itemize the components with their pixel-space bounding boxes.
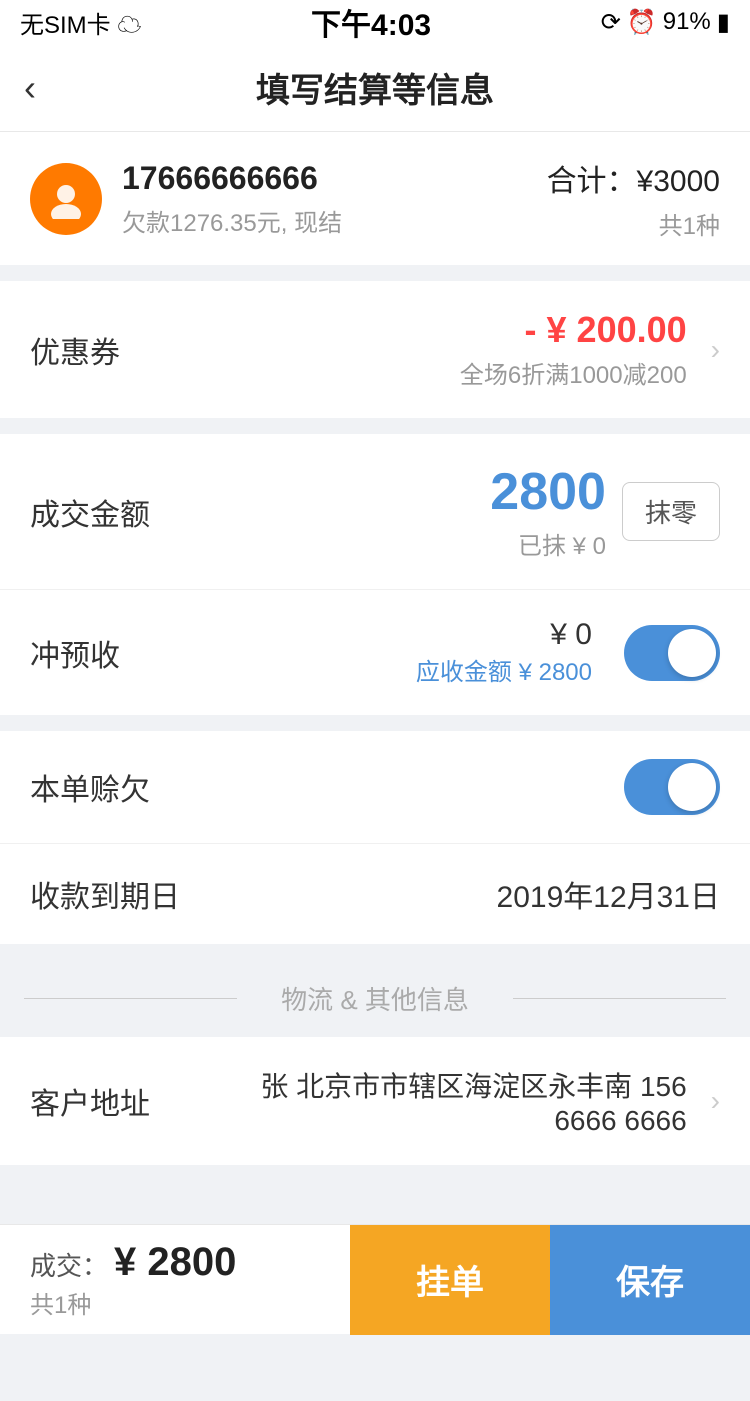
deal-amount-row: 成交金额 2800 已抹 ¥ 0 抹零 — [0, 434, 750, 590]
address-right: 张 北京市市辖区海淀区永丰南 156 6666 6666 › — [227, 1065, 720, 1137]
badan-toggle[interactable] — [624, 759, 720, 815]
customer-card: 17666666666 欠款1276.35元, 现结 合计：¥3000 共1种 — [0, 132, 750, 265]
toggle-thumb — [668, 629, 716, 677]
battery-level: 91% — [663, 8, 711, 36]
coupon-section: 优惠券 - ¥ 200.00 全场6折满1000减200 › — [0, 281, 750, 418]
due-date-right: 2019年12月31日 — [497, 872, 720, 916]
chong-toggle[interactable] — [624, 625, 720, 681]
address-section: 客户地址 张 北京市市辖区海淀区永丰南 156 6666 6666 › — [0, 1037, 750, 1165]
bottom-bar: 成交： ¥ 2800 共1种 挂单 保存 — [0, 1224, 750, 1334]
bottom-amount: ¥ 2800 — [114, 1240, 236, 1285]
content: 17666666666 欠款1276.35元, 现结 合计：¥3000 共1种 … — [0, 132, 750, 1401]
logistics-line-right — [513, 998, 726, 999]
badan-section: 本单赊欠 收款到期日 2019年12月31日 — [0, 731, 750, 944]
customer-details: 17666666666 欠款1276.35元, 现结 — [122, 160, 342, 238]
due-date-value: 2019年12月31日 — [497, 872, 720, 916]
customer-info-left: 17666666666 欠款1276.35元, 现结 — [30, 160, 342, 238]
bottom-left: 成交： ¥ 2800 共1种 — [0, 1240, 350, 1320]
deal-amount-value: 2800 — [490, 462, 606, 522]
chong-values: ¥ 0 应收金额 ¥ 2800 — [416, 618, 592, 687]
page-title: 填写结算等信息 — [256, 63, 494, 112]
alarm-icon: ⏰ — [627, 8, 657, 37]
location-icon: ⟳ — [601, 8, 621, 37]
logistics-header: 物流 & 其他信息 — [0, 960, 750, 1037]
chong-precollect-row: 冲预收 ¥ 0 应收金额 ¥ 2800 — [0, 590, 750, 715]
status-left: 无SIM卡 ☁ — [20, 5, 141, 40]
round-zero-button[interactable]: 抹零 — [622, 482, 720, 541]
coupon-discount: - ¥ 200.00 — [460, 309, 687, 351]
bottom-count: 共1种 — [30, 1285, 320, 1320]
due-date-label: 收款到期日 — [30, 872, 180, 916]
customer-count: 共1种 — [547, 206, 720, 241]
chong-sub-text: 应收金额 ¥ 2800 — [416, 652, 592, 687]
bottom-deal-label: 成交： — [30, 1246, 108, 1283]
customer-phone: 17666666666 — [122, 160, 342, 197]
customer-total: 合计：¥3000 — [547, 156, 720, 200]
status-right: ⟳ ⏰ 91% ▮ — [601, 8, 730, 37]
address-row[interactable]: 客户地址 张 北京市市辖区海淀区永丰南 156 6666 6666 › — [0, 1037, 750, 1165]
deal-amount-sub: 已抹 ¥ 0 — [518, 526, 606, 561]
chong-precollect-label: 冲预收 — [30, 631, 120, 675]
address-label: 客户地址 — [30, 1079, 150, 1123]
chevron-right-icon: › — [711, 334, 720, 366]
address-chevron-icon: › — [711, 1085, 720, 1117]
due-date-row: 收款到期日 2019年12月31日 — [0, 844, 750, 944]
coupon-label: 优惠券 — [30, 328, 120, 372]
deal-amount-values: 2800 已抹 ¥ 0 — [490, 462, 606, 561]
logistics-line-left — [24, 998, 237, 999]
status-bar: 无SIM卡 ☁ 下午4:03 ⟳ ⏰ 91% ▮ — [0, 0, 750, 44]
save-button[interactable]: 保存 — [550, 1225, 750, 1335]
hang-button[interactable]: 挂单 — [350, 1225, 550, 1335]
address-value: 张 北京市市辖区海淀区永丰南 156 6666 6666 — [227, 1065, 687, 1137]
sim-status: 无SIM卡 ☁ — [20, 5, 141, 40]
badan-row: 本单赊欠 — [0, 731, 750, 844]
chong-precollect-right: ¥ 0 应收金额 ¥ 2800 — [416, 618, 720, 687]
badan-toggle-thumb — [668, 763, 716, 811]
badan-label: 本单赊欠 — [30, 765, 150, 809]
coupon-row[interactable]: 优惠券 - ¥ 200.00 全场6折满1000减200 › — [0, 281, 750, 418]
customer-sub-text: 欠款1276.35元, 现结 — [122, 203, 342, 238]
logistics-text: 物流 & 其他信息 — [281, 980, 469, 1017]
battery-icon: ▮ — [717, 8, 730, 37]
nav-bar: ‹ 填写结算等信息 — [0, 44, 750, 132]
coupon-value-block: - ¥ 200.00 全场6折满1000减200 — [460, 309, 687, 390]
customer-right: 合计：¥3000 共1种 — [547, 156, 720, 241]
badan-right — [624, 759, 720, 815]
deal-amount-label: 成交金额 — [30, 490, 150, 534]
status-time: 下午4:03 — [311, 0, 431, 44]
deal-amount-section: 成交金额 2800 已抹 ¥ 0 抹零 冲预收 ¥ 0 应收金额 ¥ 2800 — [0, 434, 750, 715]
chong-value: ¥ 0 — [550, 618, 592, 652]
coupon-description: 全场6折满1000减200 — [460, 355, 687, 390]
bottom-deal-row: 成交： ¥ 2800 — [30, 1240, 320, 1285]
back-button[interactable]: ‹ — [24, 67, 36, 109]
coupon-right: - ¥ 200.00 全场6折满1000减200 › — [460, 309, 720, 390]
avatar — [30, 163, 102, 235]
deal-amount-right: 2800 已抹 ¥ 0 抹零 — [490, 462, 720, 561]
